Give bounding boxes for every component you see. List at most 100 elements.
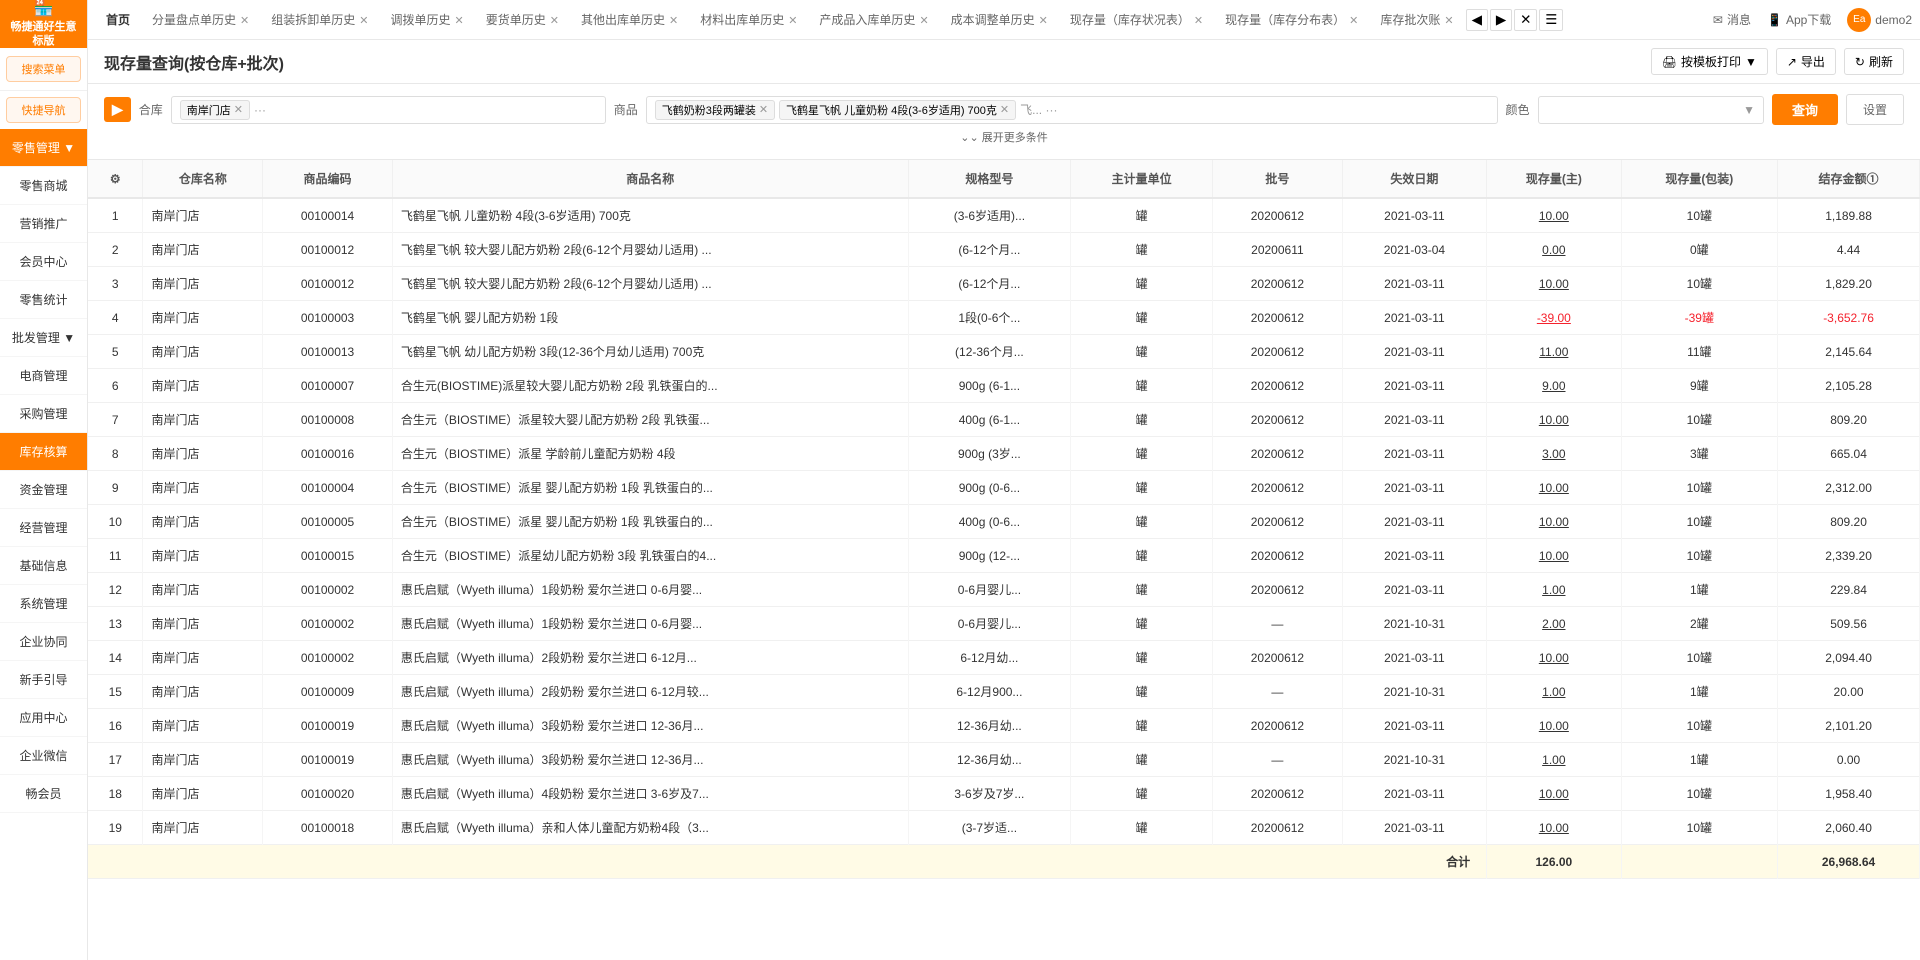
sidebar-item-ecommerce[interactable]: 电商管理 xyxy=(0,357,87,395)
tab-8-close[interactable]: ✕ xyxy=(1194,15,1203,27)
row-qty-main[interactable]: 10.00 xyxy=(1487,403,1621,437)
tab-0[interactable]: 分量盘点单历史✕ xyxy=(142,7,259,32)
tab-6[interactable]: 产成品入库单历史✕ xyxy=(809,7,938,32)
export-button[interactable]: ↗ 导出 xyxy=(1776,48,1836,75)
sidebar-item-operations[interactable]: 经营管理 xyxy=(0,509,87,547)
tab-4-close[interactable]: ✕ xyxy=(669,15,678,27)
quick-nav-button[interactable]: 快捷导航 xyxy=(6,97,81,123)
row-qty-main[interactable]: 1.00 xyxy=(1487,573,1621,607)
search-menu-button[interactable]: 搜索菜单 xyxy=(6,56,81,82)
warehouse-filter-input[interactable]: 南岸门店 ✕ ··· xyxy=(171,96,606,124)
table-row: 5 南岸门店 00100013 飞鹤星飞帆 幼儿配方奶粉 3段(12-36个月幼… xyxy=(88,335,1920,369)
tab-6-close[interactable]: ✕ xyxy=(919,15,928,27)
row-qty-main[interactable]: 10.00 xyxy=(1487,471,1621,505)
tab-9-close[interactable]: ✕ xyxy=(1349,15,1358,27)
product-tag-1-remove[interactable]: ✕ xyxy=(1000,103,1009,116)
sidebar-item-member2[interactable]: 畅会员 xyxy=(0,775,87,813)
row-qty-main[interactable]: 10.00 xyxy=(1487,641,1621,675)
sidebar-item-basic-info[interactable]: 基础信息 xyxy=(0,547,87,585)
tab-0-close[interactable]: ✕ xyxy=(240,15,249,27)
user-avatar-button[interactable]: Ea demo2 xyxy=(1847,8,1912,32)
tab-7-close[interactable]: ✕ xyxy=(1039,15,1048,27)
row-qty-main[interactable]: -39.00 xyxy=(1487,301,1621,335)
tab-3[interactable]: 要货单历史✕ xyxy=(476,7,569,32)
tab-10[interactable]: 库存批次账✕ xyxy=(1370,7,1463,32)
query-button[interactable]: 查询 xyxy=(1772,94,1838,125)
row-batch: — xyxy=(1213,675,1343,709)
expand-conditions-button[interactable]: ⌄⌄ 展开更多条件 xyxy=(104,125,1904,149)
sidebar-item-system[interactable]: 系统管理 xyxy=(0,585,87,623)
tab-9[interactable]: 现存量（库存分布表）✕ xyxy=(1215,7,1368,32)
sidebar-item-retail-management[interactable]: 零售管理 ▼ xyxy=(0,129,87,167)
tab-scroll-left[interactable]: ◀ xyxy=(1466,9,1488,31)
row-qty-main[interactable]: 10.00 xyxy=(1487,267,1621,301)
sidebar-item-guide[interactable]: 新手引导 xyxy=(0,661,87,699)
row-qty-main[interactable]: 10.00 xyxy=(1487,709,1621,743)
row-qty-main[interactable]: 3.00 xyxy=(1487,437,1621,471)
app-download-button[interactable]: 📱 App下载 xyxy=(1767,11,1831,28)
row-expire: 2021-10-31 xyxy=(1342,743,1486,777)
row-qty-main[interactable]: 10.00 xyxy=(1487,198,1621,233)
tab-2[interactable]: 调拨单历史✕ xyxy=(380,7,473,32)
sidebar-item-wholesale[interactable]: 批发管理 ▼ xyxy=(0,319,87,357)
refresh-button[interactable]: ↻ 刷新 xyxy=(1844,48,1904,75)
color-filter-input[interactable]: ▼ xyxy=(1538,96,1764,124)
row-qty-main[interactable]: 10.00 xyxy=(1487,505,1621,539)
top-nav-right: ✉ 消息 📱 App下载 Ea demo2 xyxy=(1713,8,1912,32)
message-button[interactable]: ✉ 消息 xyxy=(1713,11,1751,28)
row-qty-main[interactable]: 10.00 xyxy=(1487,539,1621,573)
row-qty-main[interactable]: 9.00 xyxy=(1487,369,1621,403)
tab-2-close[interactable]: ✕ xyxy=(455,15,464,27)
sidebar-item-wechat[interactable]: 企业微信 xyxy=(0,737,87,775)
tab-menu[interactable]: ☰ xyxy=(1539,9,1563,31)
color-filter-label: 颜色 xyxy=(1506,101,1530,118)
row-amount: 4.44 xyxy=(1778,233,1920,267)
sidebar-item-retail-mall[interactable]: 零售商城 xyxy=(0,167,87,205)
sidebar-item-member[interactable]: 会员中心 xyxy=(0,243,87,281)
sidebar-item-app-center[interactable]: 应用中心 xyxy=(0,699,87,737)
row-batch: 20200612 xyxy=(1213,437,1343,471)
row-name: 合生元（BIOSTIME）派星 婴儿配方奶粉 1段 乳铁蛋白的... xyxy=(392,505,908,539)
settings-icon[interactable]: ⚙ xyxy=(110,172,121,186)
sidebar-item-finance[interactable]: 资金管理 xyxy=(0,471,87,509)
row-qty-main[interactable]: 11.00 xyxy=(1487,335,1621,369)
row-qty-main[interactable]: 0.00 xyxy=(1487,233,1621,267)
product-tag-0-remove[interactable]: ✕ xyxy=(759,103,768,116)
tab-1[interactable]: 组装拆卸单历史✕ xyxy=(261,7,378,32)
tab-10-close[interactable]: ✕ xyxy=(1444,15,1453,27)
sidebar-item-retail-stats[interactable]: 零售统计 xyxy=(0,281,87,319)
row-code: 00100015 xyxy=(263,539,393,573)
tab-3-close[interactable]: ✕ xyxy=(550,15,559,27)
tab-scroll-right[interactable]: ▶ xyxy=(1490,9,1512,31)
product-filter-input[interactable]: 飞鹤奶粉3段两罐装 ✕ 飞鹤星飞帆 儿童奶粉 4段(3-6岁适用) 700克 ✕… xyxy=(646,96,1498,124)
sidebar-item-purchase[interactable]: 采购管理 xyxy=(0,395,87,433)
row-qty-main[interactable]: 10.00 xyxy=(1487,777,1621,811)
filter-toggle-button[interactable]: ▶ xyxy=(104,97,131,122)
row-warehouse: 南岸门店 xyxy=(143,437,263,471)
tab-home[interactable]: 首页 xyxy=(96,7,140,32)
row-qty-main[interactable]: 1.00 xyxy=(1487,743,1621,777)
product-more[interactable]: 飞... ··· xyxy=(1020,101,1057,118)
page-actions: 🖨 按模板打印 ▼ ↗ 导出 ↻ 刷新 xyxy=(1651,48,1904,75)
print-button[interactable]: 🖨 按模板打印 ▼ xyxy=(1651,48,1768,75)
setting-button[interactable]: 设置 xyxy=(1846,94,1904,125)
tab-1-close[interactable]: ✕ xyxy=(359,15,368,27)
tab-5-close[interactable]: ✕ xyxy=(788,15,797,27)
sidebar-item-marketing[interactable]: 营销推广 xyxy=(0,205,87,243)
warehouse-tag-remove[interactable]: ✕ xyxy=(234,103,243,116)
sidebar-item-inventory[interactable]: 库存核算 xyxy=(0,433,87,471)
tab-4[interactable]: 其他出库单历史✕ xyxy=(571,7,688,32)
tab-8[interactable]: 现存量（库存状况表）✕ xyxy=(1060,7,1213,32)
sidebar-item-enterprise[interactable]: 企业协同 xyxy=(0,623,87,661)
tab-7[interactable]: 成本调整单历史✕ xyxy=(941,7,1058,32)
warehouse-more[interactable]: ··· xyxy=(254,103,266,117)
row-name: 惠氏启赋（Wyeth illuma）2段奶粉 爱尔兰进口 6-12月较... xyxy=(392,675,908,709)
tab-close-all[interactable]: ✕ xyxy=(1514,9,1537,31)
tab-5[interactable]: 材料出库单历史✕ xyxy=(690,7,807,32)
row-qty-main[interactable]: 1.00 xyxy=(1487,675,1621,709)
row-qty-main[interactable]: 2.00 xyxy=(1487,607,1621,641)
col-settings[interactable]: ⚙ xyxy=(88,160,143,198)
row-qty-main[interactable]: 10.00 xyxy=(1487,811,1621,845)
color-dropdown-icon: ▼ xyxy=(1743,103,1755,117)
row-code: 00100002 xyxy=(263,607,393,641)
